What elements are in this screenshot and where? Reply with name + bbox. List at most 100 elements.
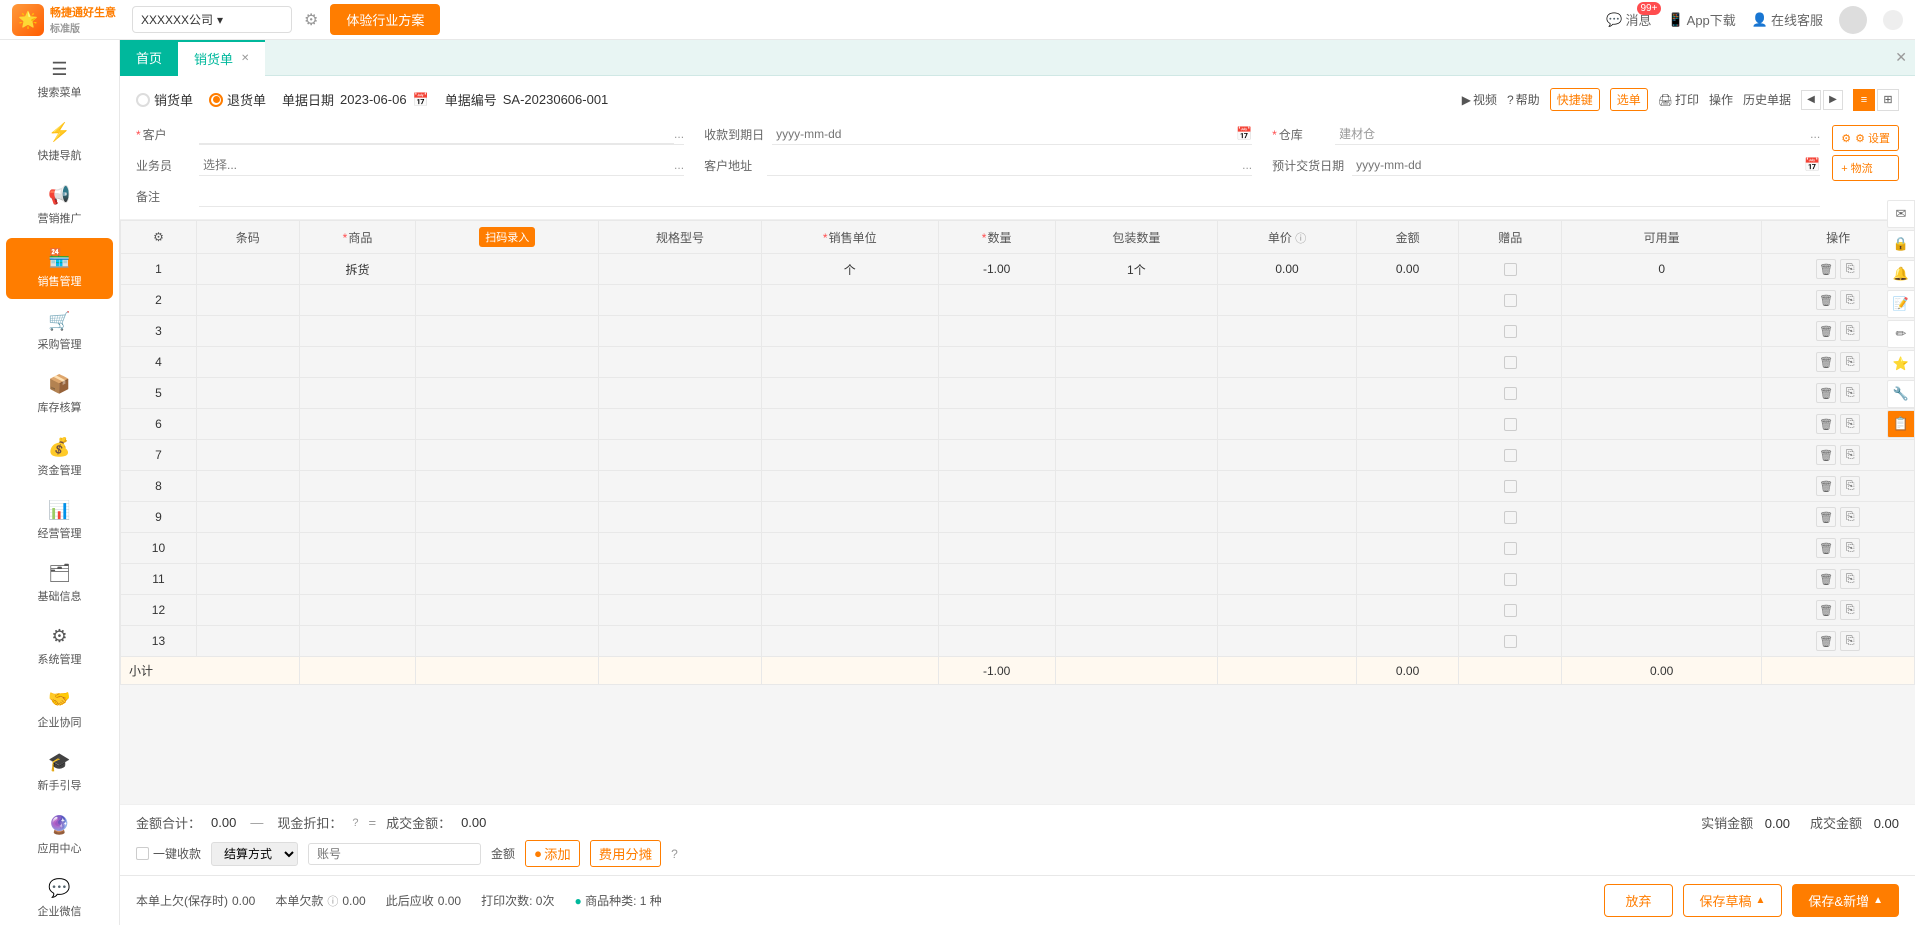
- cell-sales-unit-5[interactable]: [761, 409, 938, 440]
- cell-product-12[interactable]: [299, 626, 416, 657]
- cell-pkg-qty-6[interactable]: [1055, 440, 1218, 471]
- delete-row-icon-9[interactable]: 🗑: [1816, 538, 1836, 558]
- col-settings[interactable]: ⚙: [121, 221, 197, 254]
- avatar-extra[interactable]: [1883, 10, 1903, 30]
- sidebar-item-quick-nav[interactable]: ⚡ 快捷导航: [6, 112, 113, 173]
- delete-row-icon-1[interactable]: 🗑: [1816, 290, 1836, 310]
- cell-barcode-2[interactable]: [196, 316, 299, 347]
- cell-qty-9[interactable]: [938, 533, 1055, 564]
- delete-row-icon-2[interactable]: 🗑: [1816, 321, 1836, 341]
- right-panel-tool[interactable]: 🔧: [1887, 380, 1915, 408]
- cell-barcode-3[interactable]: [196, 347, 299, 378]
- cell-sales-unit-9[interactable]: [761, 533, 938, 564]
- cell-sales-unit-3[interactable]: [761, 347, 938, 378]
- expected-date-calendar-icon[interactable]: 📅: [1804, 157, 1820, 173]
- toolbar-shortcut[interactable]: 快捷键: [1550, 88, 1600, 111]
- cell-qty-3[interactable]: [938, 347, 1055, 378]
- one-click-payment-checkbox[interactable]: 一键收款: [136, 845, 201, 862]
- sidebar-item-sales[interactable]: 🏪 销售管理: [6, 238, 113, 299]
- cell-unit-price-3[interactable]: [1218, 347, 1357, 378]
- cell-gift-11[interactable]: [1459, 595, 1562, 626]
- toolbar-video[interactable]: ▶视频: [1462, 91, 1497, 108]
- cell-amount-5[interactable]: [1356, 409, 1459, 440]
- delete-row-icon-10[interactable]: 🗑: [1816, 569, 1836, 589]
- cell-amount-2[interactable]: [1356, 316, 1459, 347]
- gift-checkbox-0[interactable]: [1504, 263, 1517, 276]
- cell-amount-7[interactable]: [1356, 471, 1459, 502]
- cash-discount-info-icon[interactable]: ?: [352, 817, 358, 829]
- tab-home[interactable]: 首页: [120, 40, 178, 76]
- save-new-button[interactable]: 保存&新增 ▲: [1792, 884, 1899, 917]
- cell-barcode-8[interactable]: [196, 502, 299, 533]
- copy-row-icon-8[interactable]: ⎘: [1840, 507, 1860, 527]
- cell-amount-8[interactable]: [1356, 502, 1459, 533]
- gift-checkbox-4[interactable]: [1504, 387, 1517, 400]
- cell-product-10[interactable]: [299, 564, 416, 595]
- nav-prev-icon[interactable]: ◀: [1801, 90, 1821, 110]
- copy-row-icon-10[interactable]: ⎘: [1840, 569, 1860, 589]
- copy-row-icon-0[interactable]: ⎘: [1840, 259, 1860, 279]
- delete-row-icon-0[interactable]: 🗑: [1816, 259, 1836, 279]
- cell-barcode-0[interactable]: [196, 254, 299, 285]
- radio-sales-order[interactable]: 销货单: [136, 90, 193, 109]
- cell-amount-4[interactable]: [1356, 378, 1459, 409]
- cell-pkg-qty-0[interactable]: 1个: [1055, 254, 1218, 285]
- gift-checkbox-5[interactable]: [1504, 418, 1517, 431]
- cell-barcode-9[interactable]: [196, 533, 299, 564]
- discard-button[interactable]: 放弃: [1604, 884, 1672, 917]
- settings-side-button[interactable]: ⚙ ⚙ 设置: [1832, 125, 1899, 151]
- add-payment-button[interactable]: ● 添加: [525, 840, 580, 867]
- copy-row-icon-2[interactable]: ⎘: [1840, 321, 1860, 341]
- cell-spec-8[interactable]: [599, 502, 762, 533]
- cell-sales-unit-12[interactable]: [761, 626, 938, 657]
- expense-split-button[interactable]: 费用分摊: [590, 840, 661, 867]
- customer-dots[interactable]: ...: [674, 127, 684, 141]
- sidebar-item-inventory[interactable]: 📦 库存核算: [6, 364, 113, 425]
- copy-row-icon-6[interactable]: ⎘: [1840, 445, 1860, 465]
- cell-amount-0[interactable]: 0.00: [1356, 254, 1459, 285]
- cell-pkg-qty-1[interactable]: [1055, 285, 1218, 316]
- cell-qty-4[interactable]: [938, 378, 1055, 409]
- cell-pkg-qty-11[interactable]: [1055, 595, 1218, 626]
- copy-row-icon-5[interactable]: ⎘: [1840, 414, 1860, 434]
- cell-gift-1[interactable]: [1459, 285, 1562, 316]
- cell-gift-10[interactable]: [1459, 564, 1562, 595]
- tab-sales-order[interactable]: 销货单 ✕: [178, 40, 265, 76]
- cell-gift-3[interactable]: [1459, 347, 1562, 378]
- cell-product-1[interactable]: [299, 285, 416, 316]
- cell-gift-6[interactable]: [1459, 440, 1562, 471]
- cell-gift-4[interactable]: [1459, 378, 1562, 409]
- right-panel-clipboard[interactable]: 📋: [1887, 410, 1915, 438]
- cell-pkg-qty-7[interactable]: [1055, 471, 1218, 502]
- cell-qty-7[interactable]: [938, 471, 1055, 502]
- cell-barcode-4[interactable]: [196, 378, 299, 409]
- cell-barcode-1[interactable]: [196, 285, 299, 316]
- cell-amount-9[interactable]: [1356, 533, 1459, 564]
- cell-product-4[interactable]: [299, 378, 416, 409]
- cell-qty-12[interactable]: [938, 626, 1055, 657]
- cell-sales-unit-8[interactable]: [761, 502, 938, 533]
- cell-gift-9[interactable]: [1459, 533, 1562, 564]
- cell-pkg-qty-4[interactable]: [1055, 378, 1218, 409]
- cell-product-11[interactable]: [299, 595, 416, 626]
- copy-row-icon-1[interactable]: ⎘: [1840, 290, 1860, 310]
- due-date-input[interactable]: [772, 124, 1236, 144]
- cell-pkg-qty-9[interactable]: [1055, 533, 1218, 564]
- delete-row-icon-4[interactable]: 🗑: [1816, 383, 1836, 403]
- gift-checkbox-12[interactable]: [1504, 635, 1517, 648]
- cell-gift-2[interactable]: [1459, 316, 1562, 347]
- cell-spec-3[interactable]: [599, 347, 762, 378]
- cell-product-8[interactable]: [299, 502, 416, 533]
- sidebar-item-purchase[interactable]: 🛒 采购管理: [6, 301, 113, 362]
- right-panel-bell[interactable]: 🔔: [1887, 260, 1915, 288]
- cell-sales-unit-7[interactable]: [761, 471, 938, 502]
- settlement-method-select[interactable]: 结算方式: [211, 842, 298, 866]
- nav-next-icon[interactable]: ▶: [1823, 90, 1843, 110]
- message-button[interactable]: 💬 消息 99+: [1606, 10, 1651, 29]
- cell-qty-5[interactable]: [938, 409, 1055, 440]
- cell-unit-price-12[interactable]: [1218, 626, 1357, 657]
- trial-button[interactable]: 体验行业方案: [330, 4, 440, 35]
- toolbar-help[interactable]: ?帮助: [1507, 91, 1540, 108]
- copy-row-icon-4[interactable]: ⎘: [1840, 383, 1860, 403]
- sidebar-item-app-center[interactable]: 🔮 应用中心: [6, 805, 113, 866]
